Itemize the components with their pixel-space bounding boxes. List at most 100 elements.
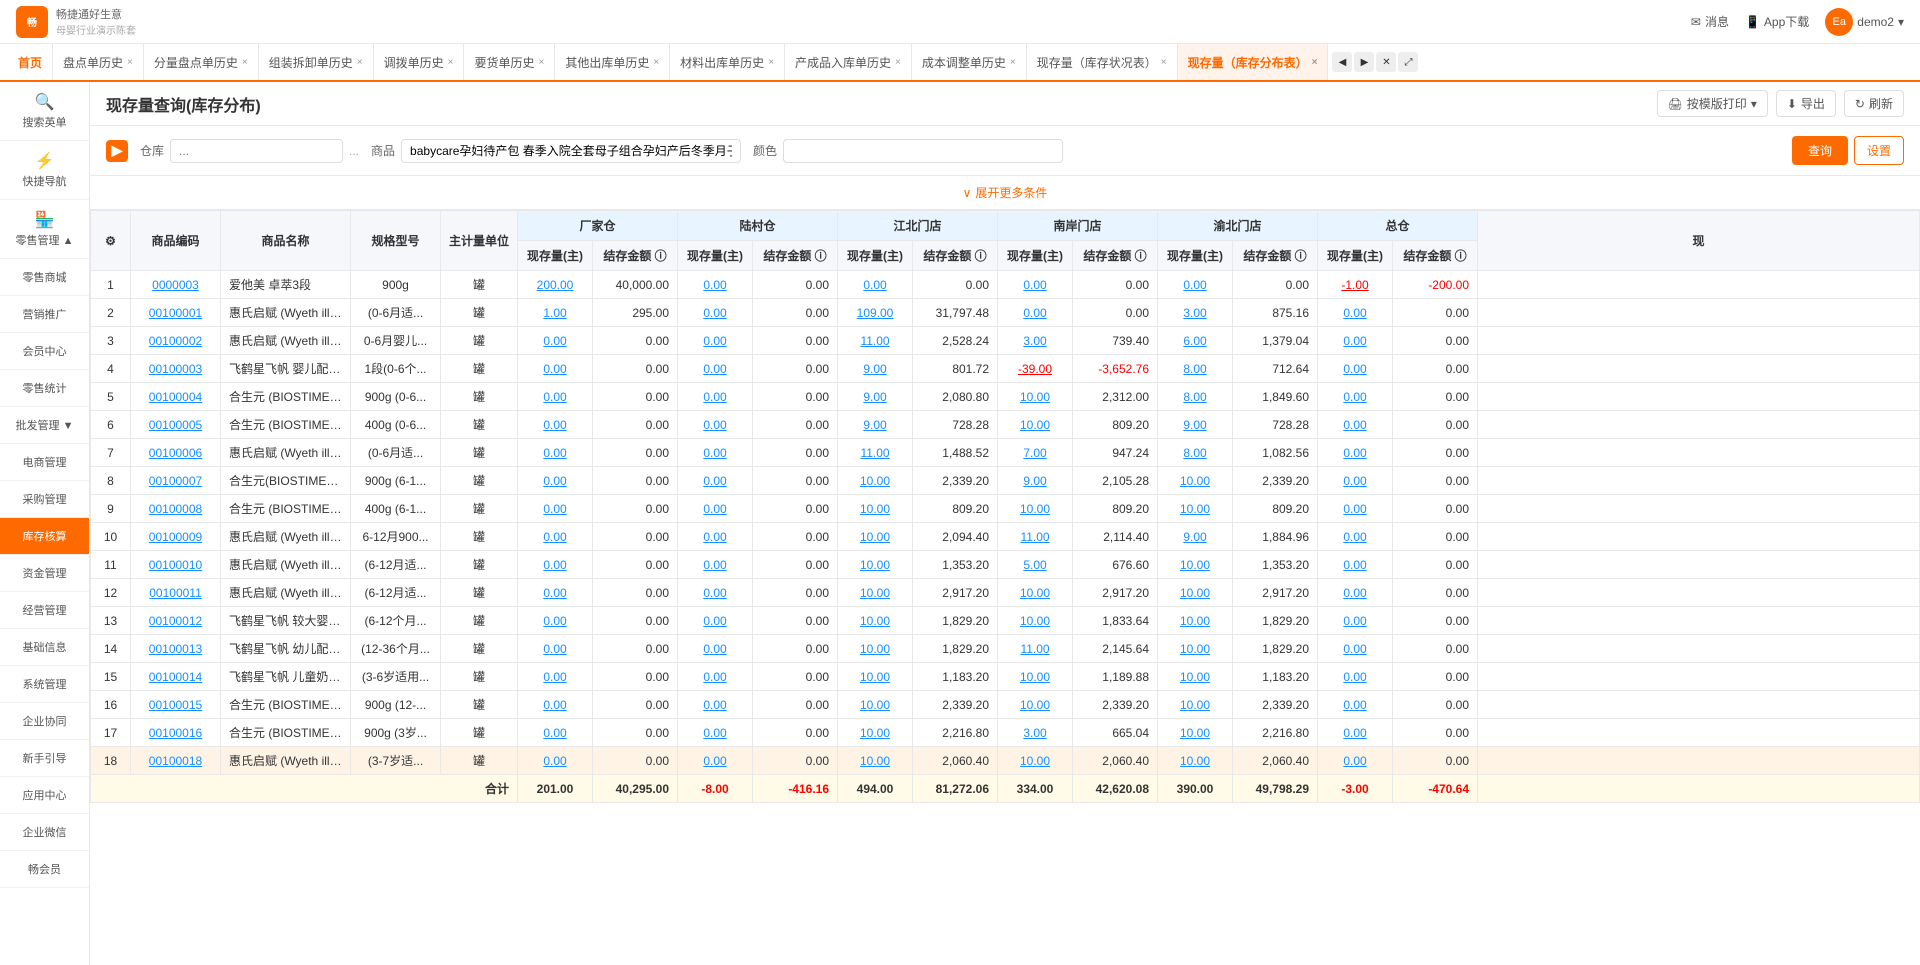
code-link[interactable]: 00100012	[149, 614, 202, 628]
ybqty-link[interactable]: 10.00	[1180, 698, 1210, 712]
expand-more-btn[interactable]: ∨ 展开更多条件	[106, 180, 1904, 205]
naqty-link[interactable]: 10.00	[1020, 390, 1050, 404]
lqty-link[interactable]: 0.00	[703, 642, 726, 656]
fqty-link[interactable]: 0.00	[543, 558, 566, 572]
tqty-link[interactable]: 0.00	[1343, 446, 1366, 460]
tab-7[interactable]: 材料出库单历史 ×	[670, 44, 785, 81]
jbqty-link[interactable]: 11.00	[860, 446, 889, 460]
ybqty-link[interactable]: 6.00	[1183, 334, 1206, 348]
code-link[interactable]: 0000003	[152, 278, 199, 292]
sidebar-item-wholesale[interactable]: 批发管理 ▼	[0, 407, 89, 444]
naqty-link[interactable]: 10.00	[1020, 698, 1050, 712]
code-link[interactable]: 00100004	[149, 390, 202, 404]
ybqty-link[interactable]: 10.00	[1180, 558, 1210, 572]
lqty-link[interactable]: 0.00	[703, 446, 726, 460]
tqty-link[interactable]: 0.00	[1343, 362, 1366, 376]
sidebar-item-system[interactable]: 系统管理	[0, 666, 89, 703]
code-link[interactable]: 00100005	[149, 418, 202, 432]
nav-close-btn[interactable]: ✕	[1376, 52, 1396, 72]
jbqty-link[interactable]: 10.00	[860, 474, 890, 488]
tqty-link[interactable]: 0.00	[1343, 530, 1366, 544]
code-link[interactable]: 00100003	[149, 362, 202, 376]
lqty-link[interactable]: 0.00	[703, 334, 726, 348]
ybqty-link[interactable]: 8.00	[1183, 390, 1206, 404]
code-link[interactable]: 00100009	[149, 530, 202, 544]
tab-2[interactable]: 分量盘点单历史 ×	[144, 44, 259, 81]
jbqty-link[interactable]: 10.00	[860, 726, 890, 740]
naqty-link[interactable]: 10.00	[1020, 418, 1050, 432]
fqty-link[interactable]: 0.00	[543, 502, 566, 516]
fqty-link[interactable]: 1.00	[543, 306, 566, 320]
close-tab-1[interactable]: ×	[127, 57, 133, 68]
close-tab-6[interactable]: ×	[653, 57, 659, 68]
ybqty-link[interactable]: 10.00	[1180, 502, 1210, 516]
code-link[interactable]: 00100014	[149, 670, 202, 684]
naqty-link[interactable]: 5.00	[1023, 558, 1046, 572]
tab-home[interactable]: 首页	[8, 44, 53, 81]
user-menu[interactable]: Ea demo2 ▾	[1825, 8, 1904, 36]
jbqty-link[interactable]: 10.00	[860, 502, 890, 516]
sidebar-item-guide[interactable]: 新手引导	[0, 740, 89, 777]
tqty-link[interactable]: 0.00	[1343, 726, 1366, 740]
close-tab-10[interactable]: ×	[1161, 57, 1167, 68]
setting-btn[interactable]: 设置	[1854, 136, 1904, 165]
code-link[interactable]: 00100010	[149, 558, 202, 572]
ybqty-link[interactable]: 10.00	[1180, 754, 1210, 768]
fqty-link[interactable]: 0.00	[543, 614, 566, 628]
tqty-link[interactable]: -1.00	[1341, 278, 1368, 292]
tab-9[interactable]: 成本调整单历史 ×	[912, 44, 1027, 81]
fqty-link[interactable]: 0.00	[543, 418, 566, 432]
jbqty-link[interactable]: 10.00	[860, 530, 890, 544]
lqty-link[interactable]: 0.00	[703, 614, 726, 628]
close-tab-4[interactable]: ×	[448, 57, 454, 68]
ybqty-link[interactable]: 9.00	[1183, 418, 1206, 432]
sidebar-item-app-center[interactable]: 应用中心	[0, 777, 89, 814]
tqty-link[interactable]: 0.00	[1343, 474, 1366, 488]
tab-10[interactable]: 现存量（库存状况表） ×	[1027, 44, 1178, 81]
sidebar-item-retail-stats[interactable]: 零售统计	[0, 370, 89, 407]
naqty-link[interactable]: 0.00	[1023, 278, 1046, 292]
close-tab-2[interactable]: ×	[242, 57, 248, 68]
tqty-link[interactable]: 0.00	[1343, 502, 1366, 516]
code-link[interactable]: 00100006	[149, 446, 202, 460]
fqty-link[interactable]: 0.00	[543, 362, 566, 376]
ybqty-link[interactable]: 10.00	[1180, 614, 1210, 628]
sidebar-item-biz-mgmt[interactable]: 经营管理	[0, 592, 89, 629]
ybqty-link[interactable]: 10.00	[1180, 726, 1210, 740]
jbqty-link[interactable]: 10.00	[860, 558, 890, 572]
lqty-link[interactable]: 0.00	[703, 502, 726, 516]
lqty-link[interactable]: 0.00	[703, 698, 726, 712]
sidebar-item-ecom[interactable]: 电商管理	[0, 444, 89, 481]
tab-11[interactable]: 现存量（库存分布表） ×	[1178, 44, 1329, 81]
lqty-link[interactable]: 0.00	[703, 390, 726, 404]
code-link[interactable]: 00100018	[149, 754, 202, 768]
jbqty-link[interactable]: 10.00	[860, 642, 890, 656]
jbqty-link[interactable]: 9.00	[863, 418, 886, 432]
fqty-link[interactable]: 0.00	[543, 698, 566, 712]
code-link[interactable]: 00100016	[149, 726, 202, 740]
naqty-link[interactable]: 7.00	[1023, 446, 1046, 460]
fqty-link[interactable]: 0.00	[543, 390, 566, 404]
code-link[interactable]: 00100011	[149, 586, 202, 600]
tqty-link[interactable]: 0.00	[1343, 754, 1366, 768]
fqty-link[interactable]: 0.00	[543, 446, 566, 460]
code-link[interactable]: 00100008	[149, 502, 202, 516]
tqty-link[interactable]: 0.00	[1343, 670, 1366, 684]
code-link[interactable]: 00100002	[149, 334, 202, 348]
sidebar-item-collab[interactable]: 企业协同	[0, 703, 89, 740]
naqty-link[interactable]: 10.00	[1020, 670, 1050, 684]
tqty-link[interactable]: 0.00	[1343, 642, 1366, 656]
warehouse-input[interactable]	[170, 139, 343, 163]
lqty-link[interactable]: 0.00	[703, 558, 726, 572]
fqty-link[interactable]: 0.00	[543, 726, 566, 740]
ybqty-link[interactable]: 9.00	[1183, 530, 1206, 544]
ybqty-link[interactable]: 10.00	[1180, 586, 1210, 600]
ybqty-link[interactable]: 8.00	[1183, 446, 1206, 460]
naqty-link[interactable]: 11.00	[1020, 642, 1049, 656]
nav-prev-btn[interactable]: ◀	[1332, 52, 1352, 72]
lqty-link[interactable]: 0.00	[703, 586, 726, 600]
jbqty-link[interactable]: 10.00	[860, 586, 890, 600]
tab-8[interactable]: 产成品入库单历史 ×	[785, 44, 912, 81]
sidebar-item-marketing[interactable]: 营销推广	[0, 296, 89, 333]
naqty-link[interactable]: 10.00	[1020, 586, 1050, 600]
